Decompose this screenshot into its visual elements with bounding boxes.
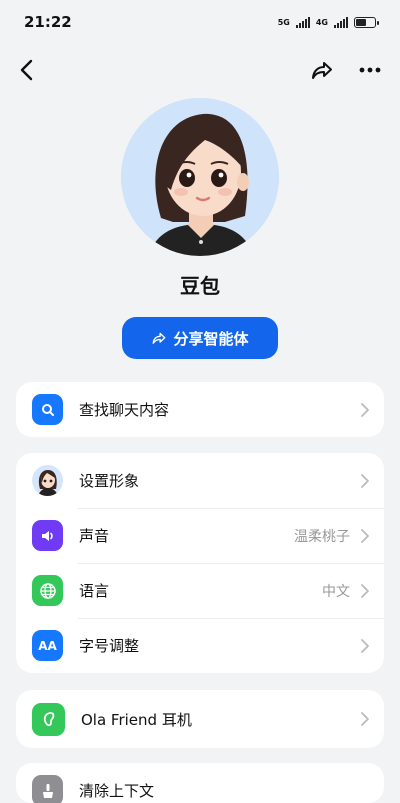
search-chat-label: 查找聊天内容: [79, 401, 170, 419]
menu-item-language[interactable]: 语言 中文: [16, 563, 384, 618]
network-label-1: 5G: [277, 17, 290, 27]
settings-card: 设置形象 声音 温柔桃子 语言 中文 AA 字号调整: [16, 453, 384, 673]
clear-context-card: 清除上下文: [16, 763, 384, 803]
share-agent-label: 分享智能体: [173, 329, 249, 348]
status-icons: 5G 4G: [277, 16, 379, 28]
signal-icon: [295, 16, 310, 28]
earphone-card: Ola Friend 耳机: [16, 690, 384, 748]
status-time: 21:22: [24, 13, 72, 31]
font-size-label: 字号调整: [79, 637, 140, 655]
avatar: [121, 98, 279, 256]
chevron-right-icon: [361, 473, 369, 488]
voice-label: 声音: [79, 527, 110, 545]
search-card: 查找聊天内容: [16, 382, 384, 437]
avatar-illustration: [121, 98, 279, 256]
clear-context-label: 清除上下文: [79, 782, 155, 800]
chevron-right-icon: [361, 583, 369, 598]
menu-item-search-chat[interactable]: 查找聊天内容: [16, 382, 384, 437]
more-options-icon[interactable]: [356, 56, 384, 84]
ola-friend-label: Ola Friend 耳机: [81, 710, 192, 729]
network-label-2: 4G: [315, 17, 328, 27]
speaker-icon: [32, 520, 63, 551]
top-bar: [0, 52, 400, 88]
language-value: 中文: [322, 583, 350, 600]
status-bar: 21:22 5G 4G: [0, 0, 400, 44]
signal-icon: [334, 16, 348, 28]
language-label: 语言: [79, 582, 110, 600]
earphone-icon: [32, 702, 65, 736]
agent-name: 豆包: [180, 274, 220, 298]
battery-icon: [354, 16, 379, 28]
set-avatar-label: 设置形象: [79, 472, 140, 490]
avatar-icon: [32, 465, 63, 496]
font-size-icon: AA: [32, 630, 63, 661]
chevron-right-icon: [361, 712, 369, 726]
menu-item-clear-context[interactable]: 清除上下文: [16, 763, 384, 803]
search-icon: [32, 394, 63, 425]
globe-icon: [32, 575, 63, 606]
share-agent-button[interactable]: 分享智能体: [122, 317, 278, 359]
menu-item-set-avatar[interactable]: 设置形象: [16, 453, 384, 508]
menu-item-ola-friend[interactable]: Ola Friend 耳机: [16, 690, 384, 748]
share-icon[interactable]: [308, 56, 336, 84]
menu-item-font-size[interactable]: AA 字号调整: [16, 618, 384, 673]
chevron-right-icon: [361, 402, 369, 417]
voice-value: 温柔桃子: [294, 528, 350, 545]
share-icon: [153, 332, 166, 344]
menu-item-voice[interactable]: 声音 温柔桃子: [16, 508, 384, 563]
chevron-right-icon: [361, 638, 369, 653]
chevron-right-icon: [361, 528, 369, 543]
broom-icon: [32, 775, 63, 803]
battery-level: [356, 18, 366, 26]
back-arrow-icon[interactable]: [12, 54, 44, 86]
